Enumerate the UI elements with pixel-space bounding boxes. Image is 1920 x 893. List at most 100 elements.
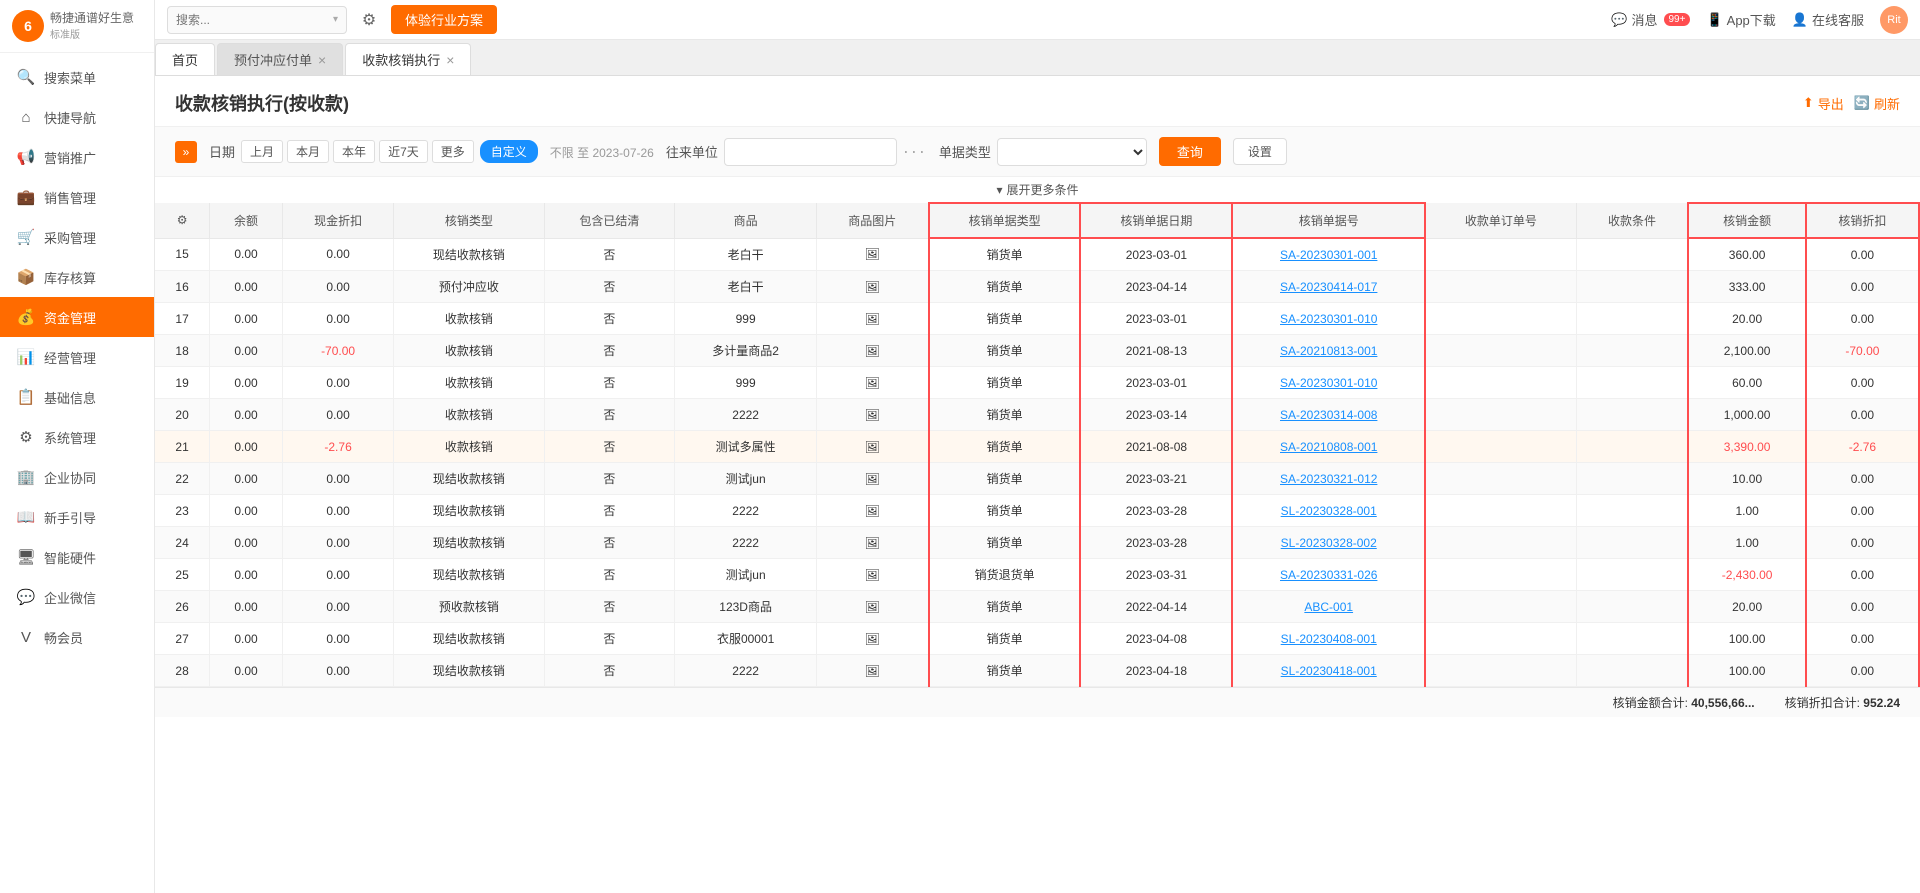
sidebar-icon-purchase: 🛒 xyxy=(16,227,36,247)
sidebar-label-member: 畅会员 xyxy=(44,628,138,647)
tab-close-receipt[interactable]: × xyxy=(446,52,454,68)
table-cell[interactable]: SA-20230414-017 xyxy=(1232,271,1425,303)
sidebar-item-guide[interactable]: 📖新手引导 xyxy=(0,497,154,537)
sidebar-item-wechat[interactable]: 💬企业微信 xyxy=(0,577,154,617)
table-cell: 否 xyxy=(544,367,675,399)
date-btn-本年[interactable]: 本年 xyxy=(333,140,375,163)
sidebar-label-sales: 销售管理 xyxy=(44,188,138,207)
table-cell xyxy=(1425,623,1576,655)
expand-button[interactable]: » xyxy=(175,141,197,163)
custom-date-btn[interactable]: 自定义 xyxy=(480,140,538,163)
col-header-verify_discount: 核销折扣 xyxy=(1806,203,1919,238)
sidebar-item-member[interactable]: V畅会员 xyxy=(0,617,154,657)
table-cell: 1.00 xyxy=(1688,527,1805,559)
date-btn-更多[interactable]: 更多 xyxy=(432,140,474,163)
sidebar-item-enterprise[interactable]: 🏢企业协同 xyxy=(0,457,154,497)
sidebar-item-purchase[interactable]: 🛒采购管理 xyxy=(0,217,154,257)
table-cell[interactable]: SA-20230331-026 xyxy=(1232,559,1425,591)
search-input[interactable] xyxy=(176,13,329,27)
table-cell: 2,100.00 xyxy=(1688,335,1805,367)
table-cell: 预付冲应收 xyxy=(394,271,544,303)
tab-home[interactable]: 首页 xyxy=(155,43,215,75)
sidebar-item-sales[interactable]: 💼销售管理 xyxy=(0,177,154,217)
export-icon: ⬆ xyxy=(1803,95,1814,111)
date-btn-上月[interactable]: 上月 xyxy=(241,140,283,163)
counterpart-label: 往来单位 xyxy=(666,142,718,161)
table-cell[interactable]: SA-20210813-001 xyxy=(1232,335,1425,367)
table-cell[interactable]: ABC-001 xyxy=(1232,591,1425,623)
refresh-button[interactable]: 🔄 刷新 xyxy=(1854,94,1900,113)
table-cell: -2.76 xyxy=(1806,431,1919,463)
table-cell: 2023-03-01 xyxy=(1080,367,1232,399)
sidebar-item-basic-info[interactable]: 📋基础信息 xyxy=(0,377,154,417)
table-cell[interactable]: SA-20230314-008 xyxy=(1232,399,1425,431)
table-cell[interactable]: SL-20230328-002 xyxy=(1232,527,1425,559)
table-cell: 否 xyxy=(544,655,675,687)
counterpart-input[interactable] xyxy=(724,138,897,166)
table-cell: 销货单 xyxy=(929,399,1081,431)
refresh-label: 刷新 xyxy=(1874,94,1900,113)
tab-prepay[interactable]: 预付冲应付单× xyxy=(217,43,343,75)
date-btn-本月[interactable]: 本月 xyxy=(287,140,329,163)
data-table: ⚙余额现金折扣核销类型包含已结清商品商品图片核销单据类型核销单据日期核销单据号收… xyxy=(155,202,1920,687)
table-cell: 2023-04-14 xyxy=(1080,271,1232,303)
gear-icon[interactable]: ⚙ xyxy=(355,6,383,34)
setting-button[interactable]: 设置 xyxy=(1233,138,1287,165)
sidebar-item-quick-nav[interactable]: ⌂快捷导航 xyxy=(0,97,154,137)
col-header-receipt_order_no: 收款单订单号 xyxy=(1425,203,1576,238)
table-cell: 现结收款核销 xyxy=(394,559,544,591)
search-button[interactable]: 查询 xyxy=(1159,137,1221,166)
avatar[interactable]: Rit xyxy=(1880,6,1908,34)
sidebar-item-finance[interactable]: 💰资金管理 xyxy=(0,297,154,337)
sidebar-item-inventory[interactable]: 📦库存核算 xyxy=(0,257,154,297)
table-cell xyxy=(1576,399,1688,431)
sidebar-label-operations: 经营管理 xyxy=(44,348,138,367)
sidebar-item-search[interactable]: 🔍搜索菜单 xyxy=(0,57,154,97)
table-cell[interactable]: SA-20230301-010 xyxy=(1232,303,1425,335)
table-cell[interactable]: SA-20210808-001 xyxy=(1232,431,1425,463)
app-download-item[interactable]: 📱 App下载 xyxy=(1706,10,1775,29)
table-cell: 否 xyxy=(544,591,675,623)
table-cell xyxy=(1425,399,1576,431)
sidebar-item-system[interactable]: ⚙系统管理 xyxy=(0,417,154,457)
search-wrap[interactable]: ▾ xyxy=(167,6,347,34)
content-header: 收款核销执行(按收款) ⬆ 导出 🔄 刷新 xyxy=(155,76,1920,127)
table-cell[interactable]: SL-20230328-001 xyxy=(1232,495,1425,527)
expand-arrow: ▾ xyxy=(996,183,1002,197)
table-cell[interactable]: SA-20230301-010 xyxy=(1232,367,1425,399)
table-cell: 100.00 xyxy=(1688,655,1805,687)
sidebar-item-operations[interactable]: 📊经营管理 xyxy=(0,337,154,377)
table-cell: 0.00 xyxy=(282,559,393,591)
messages-item[interactable]: 💬 消息 99+ xyxy=(1611,10,1690,29)
export-button[interactable]: ⬆ 导出 xyxy=(1803,94,1844,113)
table-cell: 否 xyxy=(544,303,675,335)
sidebar-label-basic-info: 基础信息 xyxy=(44,388,138,407)
sidebar-item-smart-hw[interactable]: 🖥智能硬件 xyxy=(0,537,154,577)
sidebar-item-marketing[interactable]: 📢营销推广 xyxy=(0,137,154,177)
sidebar-logo: 6 畅捷通谱好生意 标准版 xyxy=(0,0,154,53)
col-header-verify_amount: 核销金额 xyxy=(1688,203,1805,238)
table-cell: 25 xyxy=(155,559,210,591)
tab-receipt[interactable]: 收款核销执行× xyxy=(345,43,471,75)
table-cell xyxy=(1576,559,1688,591)
table-cell[interactable]: SL-20230408-001 xyxy=(1232,623,1425,655)
table-cell: 0.00 xyxy=(282,238,393,271)
table-cell: 销货退货单 xyxy=(929,559,1081,591)
table-cell: 销货单 xyxy=(929,655,1081,687)
expand-more-bar[interactable]: ▾ 展开更多条件 xyxy=(155,177,1920,202)
date-btn-近7天[interactable]: 近7天 xyxy=(379,140,428,163)
online-service-item[interactable]: 👤 在线客服 xyxy=(1792,10,1864,29)
table-cell: 现结收款核销 xyxy=(394,463,544,495)
table-cell[interactable]: SA-20230301-001 xyxy=(1232,238,1425,271)
table-cell: 收款核销 xyxy=(394,335,544,367)
table-cell: 0.00 xyxy=(282,399,393,431)
table-cell[interactable]: SA-20230321-012 xyxy=(1232,463,1425,495)
bill-type-select[interactable] xyxy=(997,138,1147,166)
filter-date-group: 日期 上月本月本年近7天更多 自定义 xyxy=(209,140,538,163)
table-cell: 999 xyxy=(675,303,817,335)
tab-close-prepay[interactable]: × xyxy=(318,52,326,68)
table-cell[interactable]: SL-20230418-001 xyxy=(1232,655,1425,687)
table-cell: 0.00 xyxy=(210,399,283,431)
table-cell: 现结收款核销 xyxy=(394,623,544,655)
solution-button[interactable]: 体验行业方案 xyxy=(391,5,497,34)
